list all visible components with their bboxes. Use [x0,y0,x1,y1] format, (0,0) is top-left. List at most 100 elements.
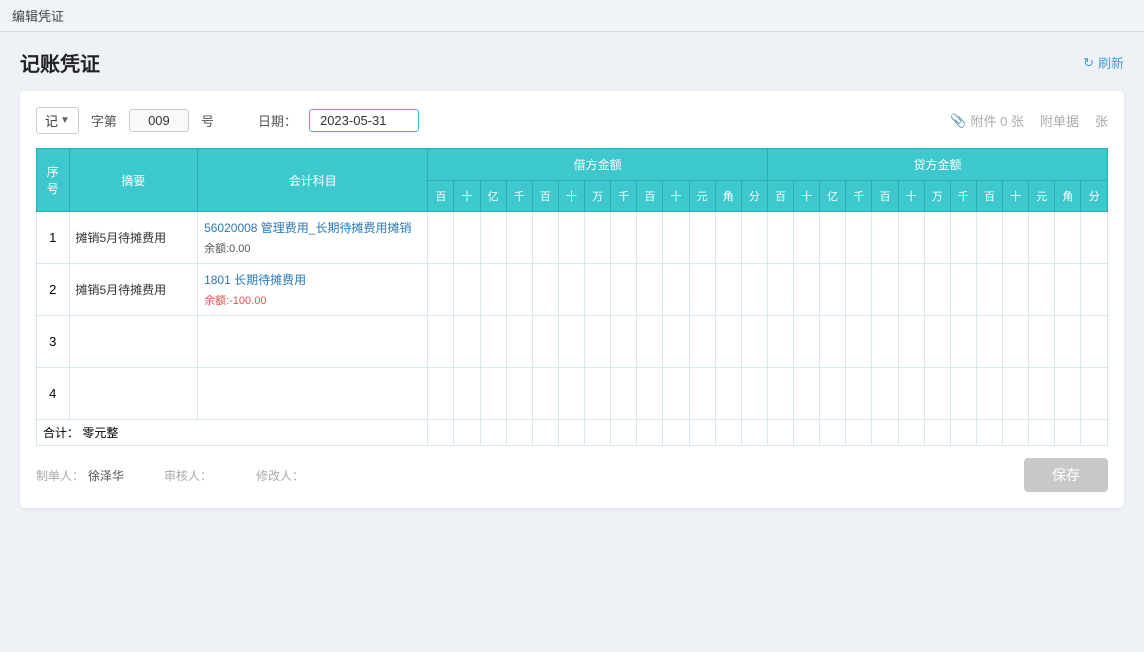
row3-c8[interactable] [950,316,976,368]
row2-c8[interactable] [950,264,976,316]
row1-c10[interactable] [1003,212,1029,264]
row3-d8[interactable] [611,316,637,368]
row1-d9[interactable] [637,212,663,264]
attach-single-button[interactable]: 附单据 [1040,111,1079,130]
row1-summary[interactable]: 摊销5月待摊费用 [69,212,198,264]
date-input[interactable] [309,109,419,132]
row1-c7[interactable] [924,212,950,264]
row4-d12[interactable] [715,368,741,420]
row3-c1[interactable] [767,316,793,368]
row2-account[interactable]: 1801 长期待摊费用 余额:-100.00 [198,264,428,316]
row4-d2[interactable] [454,368,480,420]
row1-d11[interactable] [689,212,715,264]
voucher-number-input[interactable] [129,109,189,132]
row1-d5[interactable] [532,212,558,264]
row3-c12[interactable] [1055,316,1081,368]
row3-d6[interactable] [558,316,584,368]
row3-d2[interactable] [454,316,480,368]
row3-c3[interactable] [820,316,846,368]
row4-c2[interactable] [794,368,820,420]
row3-c11[interactable] [1029,316,1055,368]
row1-d3[interactable] [480,212,506,264]
row2-c11[interactable] [1029,264,1055,316]
row4-d13[interactable] [741,368,767,420]
row1-c13[interactable] [1081,212,1108,264]
row2-d13[interactable] [741,264,767,316]
row3-c4[interactable] [846,316,872,368]
row3-d3[interactable] [480,316,506,368]
row2-d4[interactable] [506,264,532,316]
row3-d7[interactable] [585,316,611,368]
row3-d1[interactable] [428,316,454,368]
row3-account[interactable] [198,316,428,368]
row1-d4[interactable] [506,212,532,264]
row4-c8[interactable] [950,368,976,420]
row1-c4[interactable] [846,212,872,264]
row4-c10[interactable] [1003,368,1029,420]
row4-d3[interactable] [480,368,506,420]
row1-c8[interactable] [950,212,976,264]
row2-d1[interactable] [428,264,454,316]
refresh-button[interactable]: ↻ 刷新 [1083,53,1124,72]
row2-d7[interactable] [585,264,611,316]
row2-c7[interactable] [924,264,950,316]
row4-c5[interactable] [872,368,898,420]
row2-c10[interactable] [1003,264,1029,316]
row1-c1[interactable] [767,212,793,264]
row4-d9[interactable] [637,368,663,420]
row1-d2[interactable] [454,212,480,264]
row3-c10[interactable] [1003,316,1029,368]
row4-c7[interactable] [924,368,950,420]
row3-c9[interactable] [976,316,1002,368]
table-row[interactable]: 4 [37,368,1108,420]
row3-d11[interactable] [689,316,715,368]
row4-d6[interactable] [558,368,584,420]
row4-summary[interactable] [69,368,198,420]
row2-c6[interactable] [898,264,924,316]
row2-c3[interactable] [820,264,846,316]
row1-c12[interactable] [1055,212,1081,264]
row2-c9[interactable] [976,264,1002,316]
row4-c4[interactable] [846,368,872,420]
row4-c9[interactable] [976,368,1002,420]
row2-summary[interactable]: 摊销5月待摊费用 [69,264,198,316]
row2-d8[interactable] [611,264,637,316]
row4-d8[interactable] [611,368,637,420]
row4-c3[interactable] [820,368,846,420]
row1-d1[interactable] [428,212,454,264]
row2-d6[interactable] [558,264,584,316]
row1-d13[interactable] [741,212,767,264]
row2-d2[interactable] [454,264,480,316]
row3-d13[interactable] [741,316,767,368]
row3-d10[interactable] [663,316,689,368]
row3-c2[interactable] [794,316,820,368]
row2-c1[interactable] [767,264,793,316]
row3-d12[interactable] [715,316,741,368]
row2-c12[interactable] [1055,264,1081,316]
voucher-type-button[interactable]: 记 ▼ [36,107,79,134]
table-row[interactable]: 2 摊销5月待摊费用 1801 长期待摊费用 余额:-100.00 [37,264,1108,316]
row4-d5[interactable] [532,368,558,420]
row1-d7[interactable] [585,212,611,264]
row3-c5[interactable] [872,316,898,368]
row1-c5[interactable] [872,212,898,264]
row2-d12[interactable] [715,264,741,316]
row4-c12[interactable] [1055,368,1081,420]
table-row[interactable]: 3 [37,316,1108,368]
row2-c5[interactable] [872,264,898,316]
row2-d5[interactable] [532,264,558,316]
row2-d10[interactable] [663,264,689,316]
row1-c9[interactable] [976,212,1002,264]
row2-d9[interactable] [637,264,663,316]
row4-c13[interactable] [1081,368,1108,420]
row4-c1[interactable] [767,368,793,420]
row4-account[interactable] [198,368,428,420]
row2-c13[interactable] [1081,264,1108,316]
row3-c7[interactable] [924,316,950,368]
row3-d5[interactable] [532,316,558,368]
row4-c6[interactable] [898,368,924,420]
row3-d9[interactable] [637,316,663,368]
row1-d8[interactable] [611,212,637,264]
attach-button[interactable]: 📎 附件 0 张 [950,111,1024,130]
row1-account[interactable]: 56020008 管理费用_长期待摊费用摊销 余额:0.00 [198,212,428,264]
